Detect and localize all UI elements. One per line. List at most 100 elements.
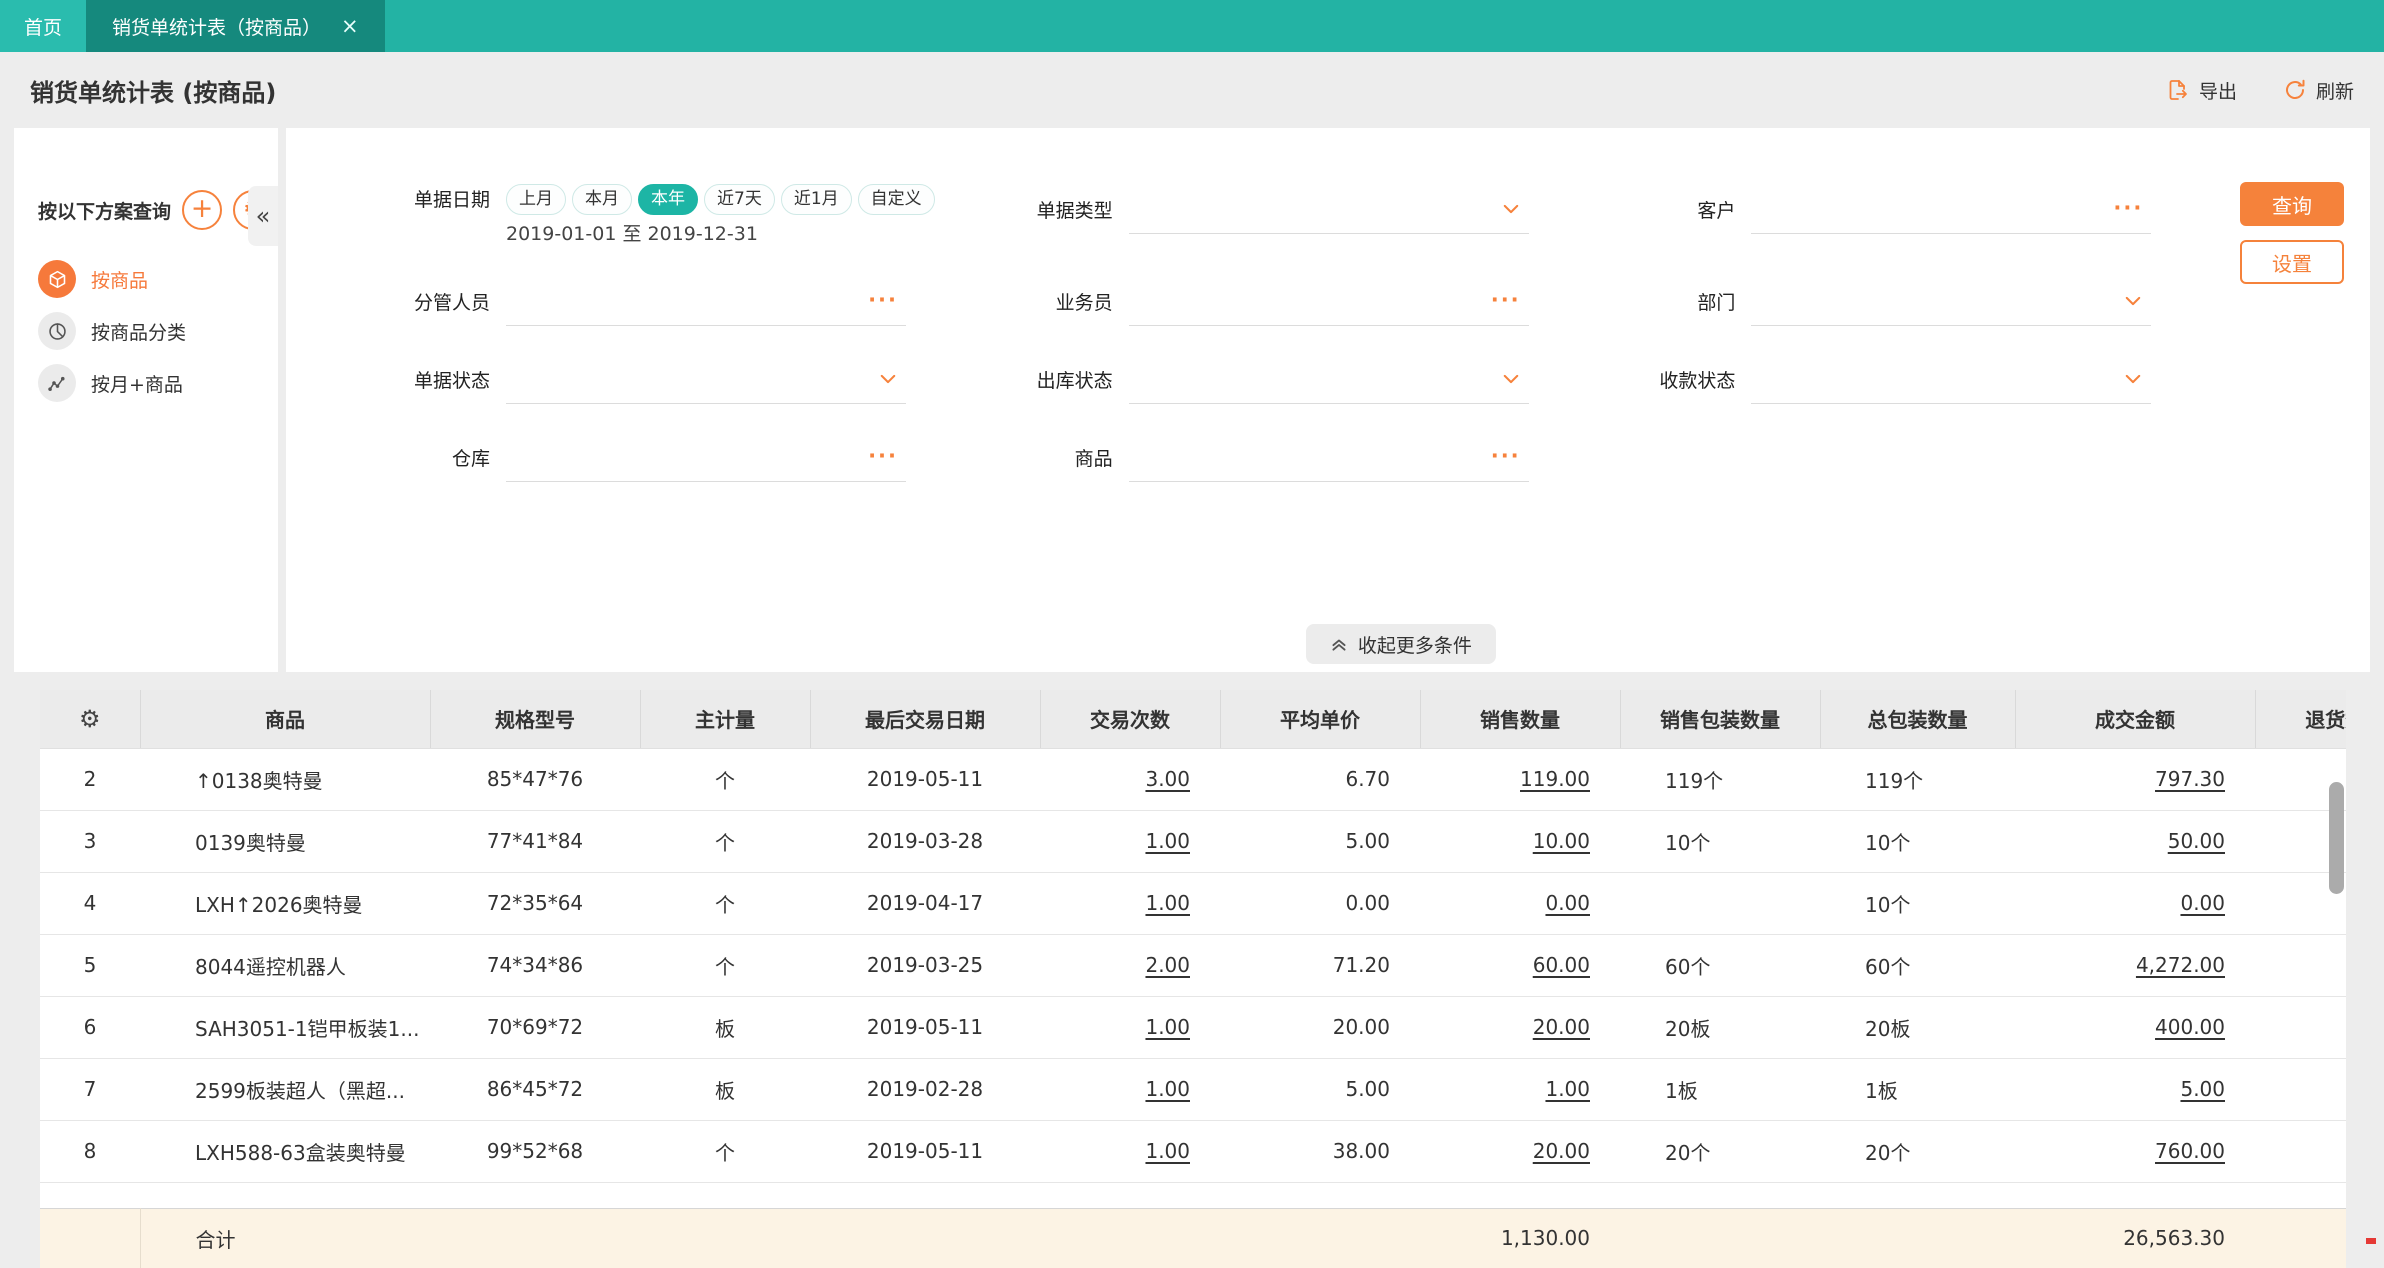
- cell-pack-qty: 1板: [1620, 1058, 1820, 1121]
- date-preset-本月[interactable]: 本月: [572, 184, 632, 215]
- cell-sales-qty-link[interactable]: 0.00: [1420, 872, 1620, 935]
- add-scheme-button[interactable]: +: [182, 190, 223, 230]
- column-settings-gear-icon[interactable]: ⚙: [40, 690, 141, 749]
- cell-pack-qty: 20个: [1620, 1120, 1820, 1183]
- cell-amount-link[interactable]: 760.00: [2015, 1120, 2255, 1183]
- column-header-交易次数[interactable]: 交易次数: [1040, 690, 1221, 749]
- doc-status-select[interactable]: [506, 354, 906, 404]
- date-preset-自定义[interactable]: 自定义: [857, 184, 935, 215]
- warehouse-lookup[interactable]: ···: [506, 432, 906, 482]
- cell-trade-times-link[interactable]: 1.00: [1040, 810, 1220, 873]
- cell-sales-qty-link[interactable]: 20.00: [1420, 1120, 1620, 1183]
- column-header-平均单价[interactable]: 平均单价: [1220, 690, 1421, 749]
- manager-lookup[interactable]: ···: [506, 276, 906, 326]
- cell-amount-link[interactable]: 4,272.00: [2015, 934, 2255, 997]
- cell-trade-times-link[interactable]: 3.00: [1040, 748, 1220, 811]
- cell-avg-price: 38.00: [1220, 1120, 1420, 1183]
- filter-receipt-status: 收款状态: [1591, 354, 2200, 404]
- cell-last-date: 2019-02-28: [810, 1058, 1040, 1121]
- vertical-scrollbar-thumb[interactable]: [2329, 782, 2344, 894]
- settings-button[interactable]: 设置: [2240, 240, 2344, 284]
- cell-trade-times-link[interactable]: 1.00: [1040, 1120, 1220, 1183]
- refresh-button[interactable]: 刷新: [2283, 77, 2354, 104]
- cell-total-pack: 60个: [1820, 934, 2015, 997]
- tab-active-report[interactable]: 销货单统计表（按商品） ×: [86, 0, 385, 52]
- cell-sales-qty-link[interactable]: 20.00: [1420, 996, 1620, 1059]
- row-index: 8: [40, 1120, 140, 1183]
- date-preset-上月[interactable]: 上月: [506, 184, 566, 215]
- cell-pack-qty: 119个: [1620, 748, 1820, 811]
- collapse-more-conditions-button[interactable]: 收起更多条件: [1305, 624, 1496, 664]
- manager-label: 分管人员: [413, 291, 490, 314]
- cell-total-pack: 20个: [1820, 1120, 2015, 1183]
- filter-doc-date: 单据日期 上月 本月 本年 近7天 近1月 自定义 2019-01-01 至 2019-1…: [346, 184, 955, 248]
- sidebar-title: 按以下方案查询: [38, 200, 172, 223]
- cell-unit: 个: [640, 810, 810, 873]
- cell-last-date: 2019-04-17: [810, 872, 1040, 935]
- cell-unit: 板: [640, 996, 810, 1059]
- row-index: 4: [40, 872, 140, 935]
- filter-warehouse: 仓库 ···: [346, 432, 955, 482]
- cell-product: 8044遥控机器人: [140, 934, 430, 997]
- sidebar-item-label: 按商品分类: [91, 321, 187, 344]
- column-header-退货数量[interactable]: 退货数量: [2255, 690, 2346, 749]
- cell-avg-price: 20.00: [1220, 996, 1420, 1059]
- row-index: 7: [40, 1058, 140, 1121]
- cell-product: SAH3051-1铠甲板装1...: [140, 996, 430, 1059]
- table-row: 2 ↑0138奥特曼 85*47*76 个 2019-05-11 3.00 6.70 119.…: [40, 748, 2346, 811]
- doc-type-select[interactable]: [1128, 184, 1529, 234]
- column-header-销售包装数量[interactable]: 销售包装数量: [1620, 690, 1821, 749]
- cell-amount-link[interactable]: 797.30: [2015, 748, 2255, 811]
- cell-amount-link[interactable]: 400.00: [2015, 996, 2255, 1059]
- cell-pack-qty: [1620, 872, 1820, 935]
- column-header-成交金额[interactable]: 成交金额: [2015, 690, 2256, 749]
- cell-spec: 99*52*68: [430, 1120, 640, 1183]
- warehouse-label: 仓库: [451, 447, 490, 470]
- cell-amount-link[interactable]: 0.00: [2015, 872, 2255, 935]
- column-header-商品[interactable]: 商品: [140, 690, 431, 749]
- department-select[interactable]: [1751, 276, 2152, 326]
- cell-spec: 77*41*84: [430, 810, 640, 873]
- total-row: 合计 1,130.00 26,563.30: [40, 1207, 2346, 1268]
- date-preset-近7天[interactable]: 近7天: [704, 184, 775, 215]
- salesman-lookup[interactable]: ···: [1128, 276, 1529, 326]
- date-preset-本年[interactable]: 本年: [638, 184, 698, 215]
- salesman-label: 业务员: [1055, 291, 1113, 314]
- filter-product: 商品 ···: [969, 432, 1578, 482]
- collapse-more-label: 收起更多条件: [1357, 634, 1472, 657]
- cell-trade-times-link[interactable]: 2.00: [1040, 934, 1220, 997]
- cell-product: LXH↑2026奥特曼: [140, 872, 430, 935]
- sidebar-item-label: 按月+商品: [91, 373, 183, 396]
- product-lookup[interactable]: ···: [1128, 432, 1529, 482]
- sidebar-item-按商品[interactable]: 按商品: [38, 260, 278, 298]
- cell-sales-qty-link[interactable]: 1.00: [1420, 1058, 1620, 1121]
- column-header-规格型号[interactable]: 规格型号: [430, 690, 641, 749]
- column-header-最后交易日期[interactable]: 最后交易日期: [810, 690, 1041, 749]
- cell-sales-qty-link[interactable]: 10.00: [1420, 810, 1620, 873]
- cell-trade-times-link[interactable]: 1.00: [1040, 1058, 1220, 1121]
- cell-amount-link[interactable]: 50.00: [2015, 810, 2255, 873]
- table-row: 7 2599板装超人（黑超... 86*45*72 板 2019-02-28 1.00 5.…: [40, 1058, 2346, 1121]
- cell-trade-times-link[interactable]: 1.00: [1040, 872, 1220, 935]
- table-row: 4 LXH↑2026奥特曼 72*35*64 个 2019-04-17 1.00 0.00 0…: [40, 872, 2346, 935]
- close-icon[interactable]: ×: [341, 15, 359, 37]
- outbound-status-select[interactable]: [1128, 354, 1529, 404]
- cell-amount-link[interactable]: 5.00: [2015, 1058, 2255, 1121]
- date-range-value[interactable]: 2019-01-01 至 2019-12-31: [506, 219, 936, 246]
- column-header-总包装数量[interactable]: 总包装数量: [1820, 690, 2016, 749]
- collapse-sidebar-button[interactable]: «: [248, 186, 278, 246]
- cell-sales-qty-link[interactable]: 60.00: [1420, 934, 1620, 997]
- customer-lookup[interactable]: ···: [1751, 184, 2152, 234]
- tab-home[interactable]: 首页: [0, 0, 86, 52]
- sidebar-item-按月+商品[interactable]: 按月+商品: [38, 364, 278, 402]
- column-header-销售数量[interactable]: 销售数量: [1420, 690, 1621, 749]
- sidebar-item-按商品分类[interactable]: 按商品分类: [38, 312, 278, 350]
- date-preset-近1月[interactable]: 近1月: [780, 184, 852, 215]
- receipt-status-select[interactable]: [1751, 354, 2152, 404]
- outbound-status-label: 出库状态: [1036, 369, 1113, 392]
- column-header-主计量[interactable]: 主计量: [640, 690, 811, 749]
- cell-trade-times-link[interactable]: 1.00: [1040, 996, 1220, 1059]
- cell-sales-qty-link[interactable]: 119.00: [1420, 748, 1620, 811]
- query-button[interactable]: 查询: [2240, 182, 2344, 226]
- export-button[interactable]: 导出: [2166, 77, 2237, 104]
